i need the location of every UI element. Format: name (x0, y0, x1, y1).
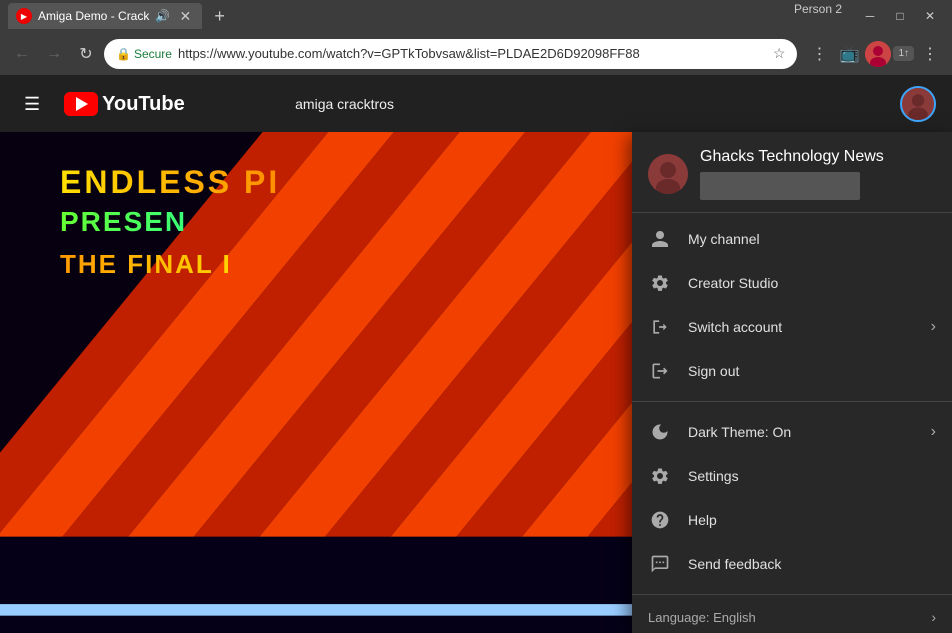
secure-indicator: 🔒 Secure (116, 47, 172, 61)
forward-button[interactable]: → (40, 40, 68, 68)
switch-account-label: Switch account (688, 319, 915, 335)
send-feedback-item[interactable]: Send feedback (632, 542, 952, 586)
browser-tab[interactable]: ▶ Amiga Demo - Crack 🔊 ✕ (8, 3, 202, 29)
settings-label: Settings (688, 468, 936, 484)
url-bar[interactable]: https://www.youtube.com/watch?v=GPTkTobv… (178, 46, 767, 61)
settings-gear-icon (648, 464, 672, 488)
cast-button[interactable]: 📺 (835, 40, 863, 68)
secure-label: Secure (134, 47, 172, 61)
tab-favicon: ▶ (16, 8, 32, 24)
sign-out-item[interactable]: Sign out (632, 349, 952, 393)
my-channel-item[interactable]: My channel (632, 217, 952, 261)
tab-title: Amiga Demo - Crack (38, 9, 149, 23)
titlebar-user: Person 2 (794, 2, 842, 30)
dropdown-account-info: Ghacks Technology News (700, 148, 884, 200)
lock-icon: 🔒 (116, 47, 131, 61)
chrome-menu-button[interactable]: ⋮ (916, 40, 944, 68)
minimize-button[interactable]: ─ (856, 2, 884, 30)
creator-studio-item[interactable]: Creator Studio (632, 261, 952, 305)
dropdown-section-2: Dark Theme: On › Settings Help (632, 406, 952, 590)
extensions-button[interactable]: ⋮ (805, 40, 833, 68)
dark-theme-item[interactable]: Dark Theme: On › (632, 410, 952, 454)
update-badge: 1↑ (893, 46, 914, 61)
signout-icon (648, 359, 672, 383)
search-bar[interactable] (295, 88, 695, 120)
video-text-overlay: ENDLESS PI PRESEN THE FINAL I (60, 162, 632, 282)
help-label: Help (688, 512, 936, 528)
bookmark-star-icon[interactable]: ☆ (773, 45, 786, 62)
video-title-line3: THE FINAL I (60, 248, 632, 282)
dropdown-divider-2 (632, 594, 952, 595)
gear-icon (648, 271, 672, 295)
channel-name: Ghacks Technology News (700, 148, 884, 166)
language-arrow: › (931, 609, 936, 625)
hamburger-menu-icon[interactable]: ☰ (16, 86, 48, 123)
switch-account-arrow: › (931, 318, 936, 336)
send-feedback-label: Send feedback (688, 556, 936, 572)
maximize-button[interactable]: □ (886, 2, 914, 30)
language-label: Language: English (648, 610, 756, 625)
tab-audio-icon: 🔊 (155, 9, 170, 23)
person-icon (648, 227, 672, 251)
language-item[interactable]: Language: English › (632, 599, 952, 633)
main-content: ENDLESS PI PRESEN THE FINAL I Ghacks Tec… (0, 132, 952, 633)
tab-close-button[interactable]: ✕ (176, 7, 194, 25)
user-avatar-button[interactable] (900, 86, 936, 122)
help-icon (648, 508, 672, 532)
moon-icon (648, 420, 672, 444)
switch-account-item[interactable]: Switch account › (632, 305, 952, 349)
browser-titlebar: ▶ Amiga Demo - Crack 🔊 ✕ + Person 2 ─ □ … (0, 0, 952, 32)
dark-theme-label: Dark Theme: On (688, 424, 915, 440)
new-tab-button[interactable]: + (208, 6, 231, 27)
close-button[interactable]: ✕ (916, 2, 944, 30)
refresh-button[interactable]: ↻ (72, 40, 100, 68)
youtube-logo-icon (64, 92, 98, 116)
dropdown-small-section: Language: English › Content location: Un… (632, 599, 952, 633)
youtube-logo-text: YouTube (102, 93, 185, 116)
youtube-play-icon (76, 97, 88, 111)
dropdown-avatar (648, 154, 688, 194)
dropdown-divider-1 (632, 401, 952, 402)
omnibox[interactable]: 🔒 Secure https://www.youtube.com/watch?v… (104, 39, 797, 69)
channel-input[interactable] (700, 172, 860, 200)
user-dropdown-menu: Ghacks Technology News My channel (632, 132, 952, 633)
youtube-header: ☰ YouTube (0, 76, 952, 132)
creator-studio-label: Creator Studio (688, 275, 936, 291)
sign-out-label: Sign out (688, 363, 936, 379)
profile-avatar[interactable] (865, 41, 891, 67)
browser-toolbar: ← → ↻ 🔒 Secure https://www.youtube.com/w… (0, 32, 952, 76)
help-item[interactable]: Help (632, 498, 952, 542)
my-channel-label: My channel (688, 231, 936, 247)
titlebar-controls: Person 2 ─ □ ✕ (794, 2, 944, 30)
omnibox-actions: ☆ (773, 45, 786, 62)
search-input[interactable] (295, 88, 695, 120)
dark-theme-arrow: › (931, 423, 936, 441)
video-title-line1: ENDLESS PI (60, 162, 632, 204)
video-title-line2: PRESEN (60, 204, 632, 240)
switch-icon (648, 315, 672, 339)
feedback-icon (648, 552, 672, 576)
toolbar-extras: ⋮ 📺 1↑ ⋮ (805, 40, 944, 68)
settings-item[interactable]: Settings (632, 454, 952, 498)
youtube-logo[interactable]: YouTube (64, 92, 185, 116)
back-button[interactable]: ← (8, 40, 36, 68)
header-right (900, 86, 936, 122)
dropdown-section-1: My channel Creator Studio Switch account… (632, 213, 952, 397)
dropdown-header: Ghacks Technology News (632, 132, 952, 213)
page-content: ☰ YouTube (0, 76, 952, 633)
